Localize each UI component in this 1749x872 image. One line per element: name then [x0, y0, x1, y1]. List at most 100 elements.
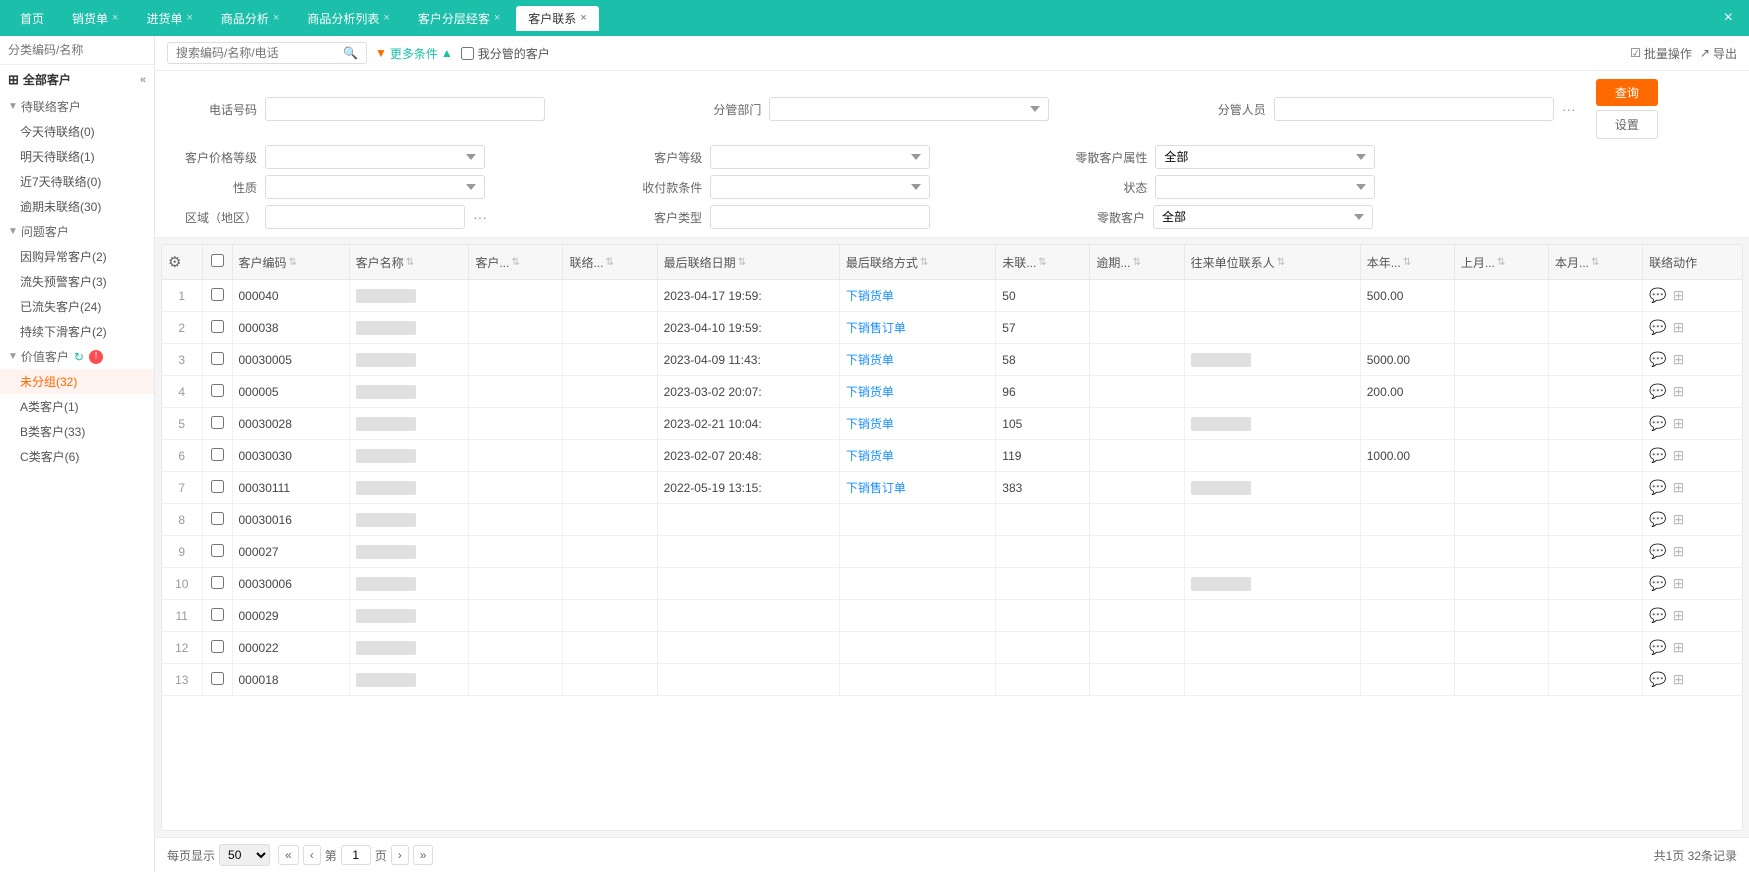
col-last-date-sort[interactable]: ⇅: [738, 257, 746, 268]
last-way-link[interactable]: 下销售订单: [846, 481, 906, 495]
grid-action-icon[interactable]: ⊞: [1673, 575, 1685, 592]
col-this-year-sort[interactable]: ⇅: [1403, 257, 1411, 268]
col-unit-contact-sort[interactable]: ⇅: [1277, 257, 1285, 268]
select-all-checkbox[interactable]: [211, 254, 224, 267]
grid-action-icon[interactable]: ⊞: [1673, 383, 1685, 400]
sidebar-item-overdue-pending[interactable]: 逾期未联络(30): [0, 194, 154, 219]
chat-icon[interactable]: 💬: [1649, 351, 1666, 368]
chat-icon[interactable]: 💬: [1649, 383, 1666, 400]
col-code-sort[interactable]: ⇅: [289, 257, 297, 268]
col-overdue-sort[interactable]: ⇅: [1132, 257, 1140, 268]
payment-select[interactable]: [710, 175, 930, 199]
refresh-icon[interactable]: ↻: [74, 350, 84, 364]
sidebar-section-problem[interactable]: ▼ 问题客户: [0, 219, 154, 244]
grid-action-icon[interactable]: ⊞: [1673, 479, 1685, 496]
tab-product-analysis-list-close[interactable]: ×: [383, 12, 389, 24]
tab-purchase-close[interactable]: ×: [186, 12, 192, 24]
tab-customer-category[interactable]: 客户分层经客 ×: [406, 6, 512, 31]
col-last-way-sort[interactable]: ⇅: [920, 257, 928, 268]
sidebar-item-tomorrow-pending[interactable]: 明天待联络(1): [0, 144, 154, 169]
settings-icon[interactable]: ⚙: [168, 254, 181, 271]
tab-home[interactable]: 首页: [8, 6, 56, 31]
next-page-button[interactable]: ›: [391, 845, 409, 865]
sidebar-item-class-a[interactable]: A类客户(1): [0, 394, 154, 419]
tab-product-analysis-list[interactable]: 商品分析列表 ×: [295, 6, 401, 31]
search-icon[interactable]: 🔍: [343, 46, 358, 60]
grid-action-icon[interactable]: ⊞: [1673, 543, 1685, 560]
nature-select[interactable]: [265, 175, 485, 199]
export-button[interactable]: ↗ 导出: [1700, 45, 1737, 62]
last-way-link[interactable]: 下销货单: [846, 385, 894, 399]
tab-sales-close[interactable]: ×: [112, 12, 118, 24]
close-all-button[interactable]: ×: [1716, 5, 1741, 31]
all-customers-header[interactable]: ⊞ 全部客户 «: [0, 65, 154, 94]
sidebar-item-class-b[interactable]: B类客户(33): [0, 419, 154, 444]
col-last-month-sort[interactable]: ⇅: [1497, 257, 1505, 268]
batch-operation-button[interactable]: ☑ 批量操作: [1630, 45, 1692, 62]
status-select[interactable]: [1155, 175, 1375, 199]
last-way-link[interactable]: 下销货单: [846, 449, 894, 463]
tab-product-analysis[interactable]: 商品分析 ×: [209, 6, 291, 31]
sidebar-item-today-pending[interactable]: 今天待联络(0): [0, 119, 154, 144]
sidebar-item-declining[interactable]: 持续下滑客户(2): [0, 319, 154, 344]
dept-select[interactable]: [769, 97, 1049, 121]
row-checkbox[interactable]: [211, 448, 224, 461]
scattered-attr-select[interactable]: 全部: [1155, 145, 1375, 169]
grid-action-icon[interactable]: ⊞: [1673, 511, 1685, 528]
chat-icon[interactable]: 💬: [1649, 607, 1666, 624]
customer-level-select[interactable]: [710, 145, 930, 169]
tab-sales[interactable]: 销货单 ×: [60, 6, 130, 31]
chat-icon[interactable]: 💬: [1649, 447, 1666, 464]
grid-action-icon[interactable]: ⊞: [1673, 447, 1685, 464]
col-name-sort[interactable]: ⇅: [406, 257, 414, 268]
sidebar-section-value[interactable]: ▼ 价值客户 ↻ !: [0, 344, 154, 369]
sidebar-item-churned[interactable]: 已流失客户(24): [0, 294, 154, 319]
first-page-button[interactable]: «: [278, 845, 299, 865]
grid-action-icon[interactable]: ⊞: [1673, 287, 1685, 304]
reset-button[interactable]: 设置: [1596, 110, 1658, 139]
tab-product-analysis-close[interactable]: ×: [273, 12, 279, 24]
more-conditions-button[interactable]: ▼ 更多条件 ▲: [375, 45, 453, 62]
last-way-link[interactable]: 下销货单: [846, 353, 894, 367]
my-customers-filter[interactable]: 我分管的客户: [461, 45, 550, 62]
grid-action-icon[interactable]: ⊞: [1673, 415, 1685, 432]
manager-more-icon[interactable]: ···: [1562, 101, 1576, 117]
manager-input[interactable]: [1274, 97, 1554, 121]
sidebar-section-pending[interactable]: ▼ 待联络客户: [0, 94, 154, 119]
chat-icon[interactable]: 💬: [1649, 543, 1666, 560]
row-checkbox[interactable]: [211, 672, 224, 685]
chat-icon[interactable]: 💬: [1649, 671, 1666, 688]
col-not-contact-sort[interactable]: ⇅: [1038, 257, 1046, 268]
chat-icon[interactable]: 💬: [1649, 479, 1666, 496]
row-checkbox[interactable]: [211, 352, 224, 365]
col-type-sort[interactable]: ⇅: [511, 257, 519, 268]
page-input[interactable]: [341, 845, 371, 865]
customer-type-input[interactable]: [710, 205, 930, 229]
last-way-link[interactable]: 下销售订单: [846, 321, 906, 335]
grid-action-icon[interactable]: ⊞: [1673, 351, 1685, 368]
scattered-customer-select[interactable]: 全部: [1153, 205, 1373, 229]
row-checkbox[interactable]: [211, 384, 224, 397]
price-level-select[interactable]: [265, 145, 485, 169]
region-more-icon[interactable]: ···: [473, 209, 487, 225]
row-checkbox[interactable]: [211, 576, 224, 589]
chat-icon[interactable]: 💬: [1649, 415, 1666, 432]
chat-icon[interactable]: 💬: [1649, 287, 1666, 304]
tab-customer-contact[interactable]: 客户联系 ×: [516, 6, 598, 31]
per-page-select[interactable]: 50 20 100: [219, 844, 270, 866]
chat-icon[interactable]: 💬: [1649, 575, 1666, 592]
row-checkbox[interactable]: [211, 480, 224, 493]
row-checkbox[interactable]: [211, 640, 224, 653]
row-checkbox[interactable]: [211, 608, 224, 621]
chat-icon[interactable]: 💬: [1649, 639, 1666, 656]
chat-icon[interactable]: 💬: [1649, 511, 1666, 528]
row-checkbox[interactable]: [211, 288, 224, 301]
tab-customer-category-close[interactable]: ×: [494, 12, 500, 24]
sidebar-item-week-pending[interactable]: 近7天待联络(0): [0, 169, 154, 194]
grid-action-icon[interactable]: ⊞: [1673, 671, 1685, 688]
my-customers-checkbox[interactable]: [461, 47, 474, 60]
sidebar-item-abnormal[interactable]: 因购异常客户(2): [0, 244, 154, 269]
grid-action-icon[interactable]: ⊞: [1673, 319, 1685, 336]
phone-input[interactable]: [265, 97, 545, 121]
sidebar-item-churn-warning[interactable]: 流失预警客户(3): [0, 269, 154, 294]
